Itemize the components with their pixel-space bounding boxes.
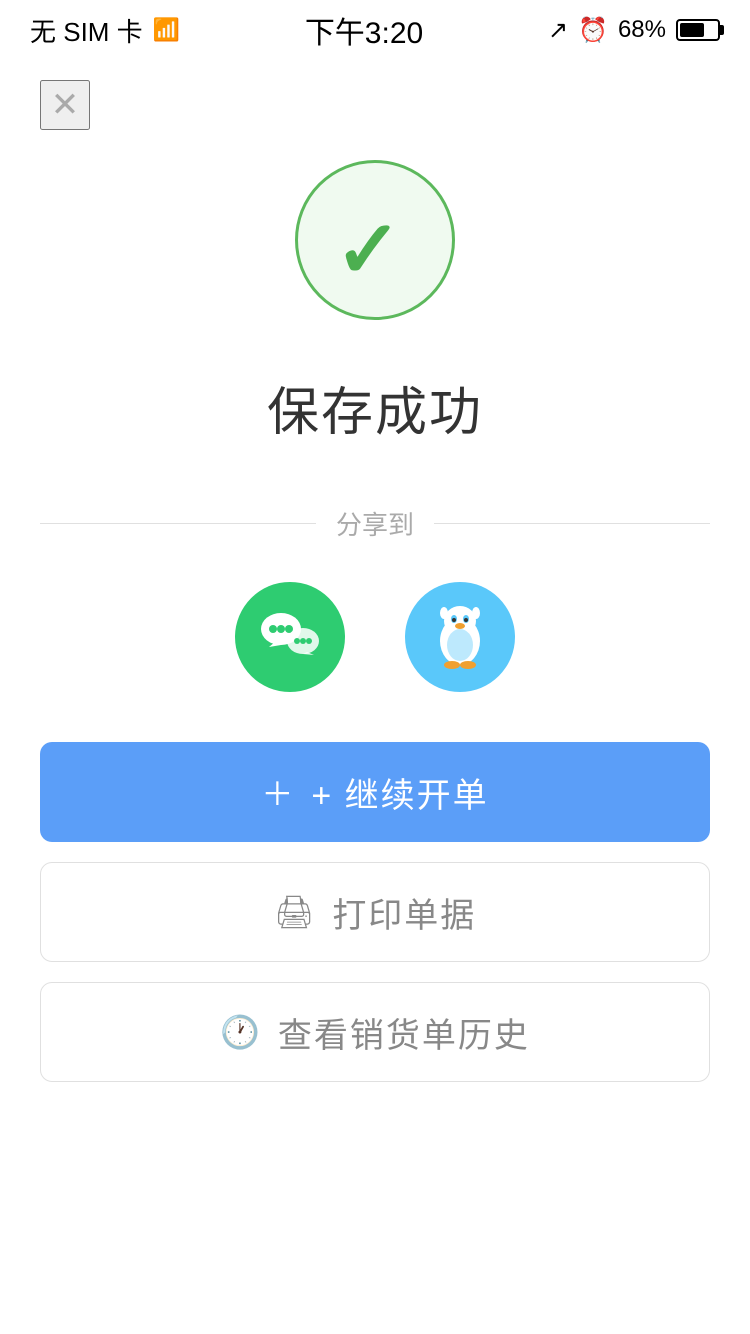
action-buttons: ＋ + 继续开单 🖨 打印单据 🕐 查看销货单历史 bbox=[40, 742, 710, 1082]
status-right: ↗ ⏰ 68% bbox=[548, 16, 720, 45]
divider-right bbox=[434, 523, 710, 524]
main-content: ✕ 保存成功 分享到 bbox=[0, 60, 750, 1122]
checkmark-icon bbox=[335, 210, 415, 270]
divider-left bbox=[40, 523, 316, 524]
wechat-icon bbox=[259, 611, 321, 663]
battery-percent: 68% bbox=[618, 16, 666, 44]
history-icon: 🕐 bbox=[220, 1013, 262, 1051]
close-icon: ✕ bbox=[51, 88, 80, 122]
share-section: 分享到 bbox=[40, 505, 710, 692]
alarm-icon: ⏰ bbox=[578, 16, 608, 45]
wechat-share-button[interactable] bbox=[235, 582, 345, 692]
battery-fill bbox=[680, 23, 704, 37]
share-icons-container bbox=[40, 582, 710, 692]
sim-label: 无 SIM 卡 bbox=[30, 12, 143, 49]
location-icon: ↗ bbox=[548, 16, 568, 45]
status-time: 下午3:20 bbox=[305, 8, 423, 52]
close-button[interactable]: ✕ bbox=[40, 80, 90, 130]
success-icon-circle bbox=[295, 160, 455, 320]
printer-icon: 🖨 bbox=[274, 893, 317, 931]
continue-button[interactable]: ＋ + 继续开单 bbox=[40, 742, 710, 842]
qq-icon bbox=[430, 603, 490, 671]
wifi-icon: 📶 bbox=[153, 17, 180, 43]
history-button[interactable]: 🕐 查看销货单历史 bbox=[40, 982, 710, 1082]
plus-icon: ＋ bbox=[261, 769, 295, 815]
continue-label: + 继续开单 bbox=[311, 768, 488, 817]
status-bar: 无 SIM 卡 📶 下午3:20 ↗ ⏰ 68% bbox=[0, 0, 750, 60]
history-label: 查看销货单历史 bbox=[278, 1008, 530, 1057]
share-divider: 分享到 bbox=[40, 505, 710, 542]
battery-icon bbox=[676, 19, 720, 41]
qq-share-button[interactable] bbox=[405, 582, 515, 692]
print-label: 打印单据 bbox=[332, 888, 476, 937]
success-title: 保存成功 bbox=[267, 370, 483, 445]
status-left: 无 SIM 卡 📶 bbox=[30, 12, 180, 49]
print-button[interactable]: 🖨 打印单据 bbox=[40, 862, 710, 962]
share-label: 分享到 bbox=[336, 505, 414, 542]
